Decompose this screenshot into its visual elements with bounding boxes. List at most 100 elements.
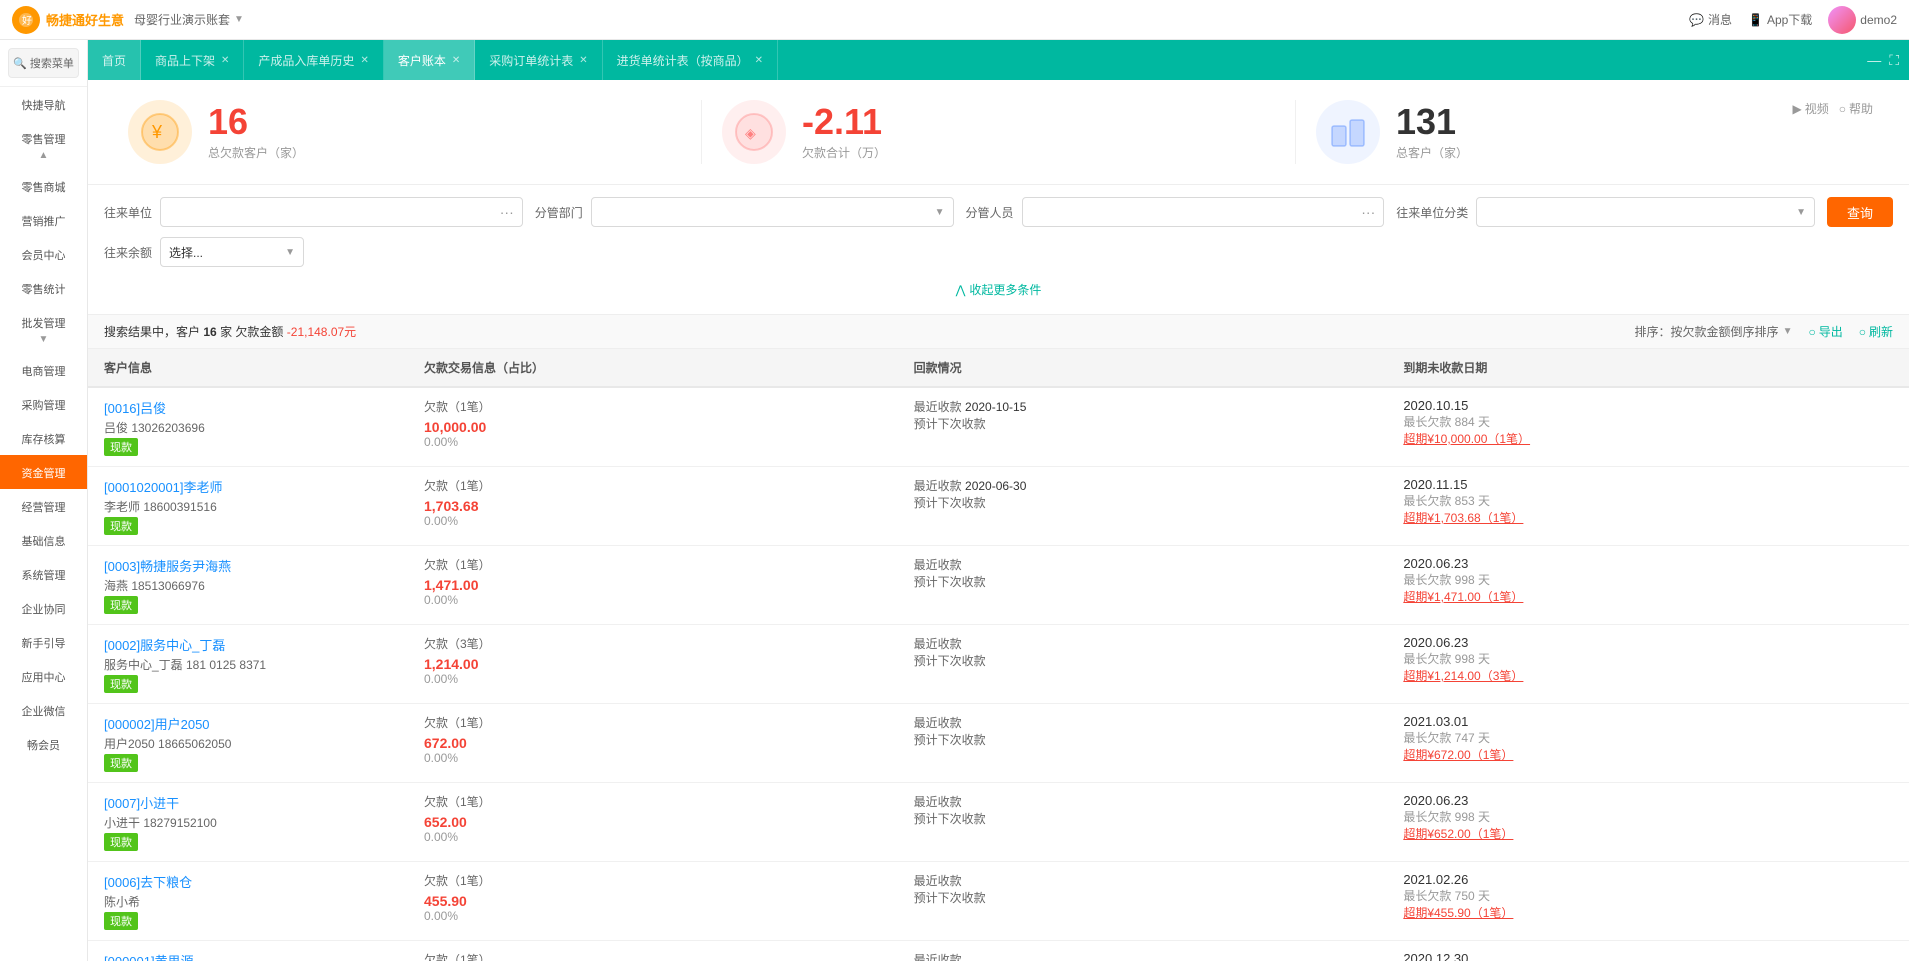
sidebar-arrow-icon: ▲ — [39, 150, 49, 161]
tab-purchase-order-close-icon[interactable]: ✕ — [579, 55, 587, 66]
customer-link-0[interactable]: [0016]吕俊 — [104, 401, 166, 416]
sidebar-item-finance[interactable]: 资金管理 — [0, 455, 87, 489]
customer-link-7[interactable]: [000001]黄思源 — [104, 954, 194, 961]
sidebar-item-batch-mgmt[interactable]: 批发管理 ▼ — [0, 305, 87, 353]
app-download-btn[interactable]: 📱 App下载 — [1748, 11, 1812, 28]
tab-maximize-icon[interactable]: ⛶ — [1889, 52, 1899, 69]
recovery-cell-4: 最近收款 预计下次收款 — [914, 714, 1404, 748]
overdue-amount-link-3[interactable]: 超期¥1,214.00（3笔） — [1403, 669, 1523, 683]
due-date-cell-4: 2021.03.01 最长欠款 747 天 超期¥672.00（1笔） — [1403, 714, 1893, 763]
sidebar-item-inventory[interactable]: 库存核算 — [0, 421, 87, 455]
sidebar-item-app-center[interactable]: 应用中心 — [0, 659, 87, 693]
debt-cell-0: 欠款（1笔） 10,000.00 0.00% — [424, 398, 914, 449]
sort-select[interactable]: 排序：按欠款金额倒序排序 ▼ — [1635, 323, 1793, 340]
sidebar-item-ecommerce[interactable]: 电商管理 — [0, 353, 87, 387]
due-date-cell-5: 2020.06.23 最长欠款 998 天 超期¥652.00（1笔） — [1403, 793, 1893, 842]
tab-minimize-icon[interactable]: — — [1867, 52, 1881, 68]
tab-inbound-stats[interactable]: 进货单统计表（按商品） ✕ — [603, 40, 778, 80]
tab-customer-account[interactable]: 客户账本 ✕ — [384, 40, 475, 80]
due-date-5: 2020.06.23 — [1403, 793, 1893, 808]
due-date-0: 2020.10.15 — [1403, 398, 1893, 413]
sidebar-search-section: 🔍 搜索菜单 — [0, 40, 87, 87]
export-btn[interactable]: ○ 导出 — [1808, 323, 1842, 340]
debt-percent-2: 0.00% — [424, 593, 914, 607]
tab-goods[interactable]: 商品上下架 ✕ — [141, 40, 244, 80]
debt-count-0: 欠款（1笔） — [424, 398, 914, 415]
next-payment-3: 预计下次收款 — [914, 652, 1404, 669]
dept-select[interactable]: ▼ — [591, 197, 954, 227]
collapse-btn[interactable]: ⋀ 收起更多条件 — [104, 277, 1893, 302]
sidebar-item-system-mgmt[interactable]: 系统管理 — [0, 557, 87, 591]
customer-link-4[interactable]: [000002]用户2050 — [104, 717, 210, 732]
summary-top-controls: ▶ 视频 ○ 帮助 — [1792, 100, 1873, 117]
sidebar-item-retail-mall[interactable]: 零售商城 — [0, 169, 87, 203]
customer-link-5[interactable]: [0007]小进干 — [104, 796, 179, 811]
help-btn[interactable]: ○ 帮助 — [1839, 100, 1873, 117]
video-btn[interactable]: ▶ 视频 — [1792, 100, 1828, 117]
tab-production-close-icon[interactable]: ✕ — [360, 55, 368, 66]
unit-category-select[interactable]: ▼ — [1476, 197, 1815, 227]
sidebar-item-operations[interactable]: 经营管理 — [0, 489, 87, 523]
export-label: 导出 — [1819, 323, 1843, 340]
overdue-amount-link-6[interactable]: 超期¥455.90（1笔） — [1403, 906, 1513, 920]
tab-customer-account-close-icon[interactable]: ✕ — [452, 55, 460, 66]
sidebar-item-purchase-mgmt[interactable]: 采购管理 — [0, 387, 87, 421]
manager-input[interactable]: ··· — [1022, 197, 1385, 227]
main-wrapper: 🔍 搜索菜单 快捷导航 零售管理 ▲ 零售商城 营销推广 会员中心 零售统计 — [0, 40, 1909, 961]
status-tag-3: 现款 — [104, 675, 138, 693]
sidebar-arrow-icon2: ▼ — [39, 334, 49, 345]
overdue-amount-link-5[interactable]: 超期¥652.00（1笔） — [1403, 827, 1513, 841]
sidebar-item-retail-mgmt[interactable]: 零售管理 ▲ — [0, 121, 87, 169]
status-tag-6: 现款 — [104, 912, 138, 930]
search-menu-btn[interactable]: 🔍 搜索菜单 — [8, 48, 79, 78]
recovery-cell-2: 最近收款 预计下次收款 — [914, 556, 1404, 590]
customer-cell-5: [0007]小进干 小进干 18279152100 现款 — [104, 793, 424, 851]
due-date-7: 2020.12.30 — [1403, 951, 1893, 961]
debt-percent-1: 0.00% — [424, 514, 914, 528]
collapse-up-icon: ⋀ — [956, 283, 966, 297]
customer-link-3[interactable]: [0002]服务中心_丁磊 — [104, 638, 225, 653]
sidebar-item-quick-nav[interactable]: 快捷导航 — [0, 87, 87, 121]
username: demo2 — [1860, 13, 1897, 27]
sidebar-item-new-guide[interactable]: 新手引导 — [0, 625, 87, 659]
sidebar-item-enterprise-wx[interactable]: 企业微信 — [0, 693, 87, 727]
refresh-btn[interactable]: ○ 刷新 — [1859, 323, 1893, 340]
sidebar-item-retail-stats[interactable]: 零售统计 — [0, 271, 87, 305]
from-unit-input[interactable]: ··· — [160, 197, 523, 227]
due-date-6: 2021.02.26 — [1403, 872, 1893, 887]
query-button[interactable]: 查询 — [1827, 197, 1893, 227]
recovery-cell-0: 最近收款 2020-10-15 预计下次收款 — [914, 398, 1404, 432]
sort-label: 排序：按欠款金额倒序排序 — [1635, 323, 1779, 340]
customer-link-2[interactable]: [0003]畅捷服务尹海燕 — [104, 559, 231, 574]
filter-item-dept: 分管部门 ▼ — [535, 197, 954, 227]
tab-inbound-stats-close-icon[interactable]: ✕ — [755, 55, 763, 66]
summary-debt-amount-info: -2.11 欠款合计（万） — [802, 104, 886, 161]
tab-goods-close-icon[interactable]: ✕ — [221, 55, 229, 66]
sidebar-item-basic-info[interactable]: 基础信息 — [0, 523, 87, 557]
due-date-2: 2020.06.23 — [1403, 556, 1893, 571]
customer-link-6[interactable]: [0006]去下粮仓 — [104, 875, 192, 890]
overdue-amount-link-2[interactable]: 超期¥1,471.00（1笔） — [1403, 590, 1523, 604]
tab-purchase-order[interactable]: 采购订单统计表 ✕ — [475, 40, 602, 80]
overdue-amount-link-0[interactable]: 超期¥10,000.00（1笔） — [1403, 432, 1530, 446]
sidebar-item-member-center[interactable]: 会员中心 — [0, 237, 87, 271]
overdue-amount-link-4[interactable]: 超期¥672.00（1笔） — [1403, 748, 1513, 762]
customer-link-1[interactable]: [0001020001]李老师 — [104, 480, 223, 495]
customer-cell-3: [0002]服务中心_丁磊 服务中心_丁磊 181 0125 8371 现款 — [104, 635, 424, 693]
user-menu[interactable]: demo2 — [1828, 6, 1897, 34]
tab-home[interactable]: 首页 — [88, 40, 141, 80]
sidebar-item-enterprise-collab[interactable]: 企业协同 — [0, 591, 87, 625]
sidebar-item-member[interactable]: 畅会员 — [0, 727, 87, 761]
message-btn[interactable]: 💬 消息 — [1689, 11, 1732, 28]
overdue-amount-link-1[interactable]: 超期¥1,703.68（1笔） — [1403, 511, 1523, 525]
page-content: ¥ 16 总欠款客户（家） ◈ — [88, 80, 1909, 961]
customer-cell-2: [0003]畅捷服务尹海燕 海燕 18513066976 现款 — [104, 556, 424, 614]
tab-production[interactable]: 产成品入库单历史 ✕ — [244, 40, 383, 80]
balance-select[interactable]: 选择... ▼ — [160, 237, 304, 267]
store-select[interactable]: 母婴行业演示账套 ▼ — [134, 11, 244, 28]
filter-item-balance: 往来余额 选择... ▼ — [104, 237, 304, 267]
tab-customer-account-label: 客户账本 — [398, 52, 446, 69]
sidebar-item-enterprise-wx-label: 企业微信 — [6, 703, 81, 719]
sidebar-item-marketing[interactable]: 营销推广 — [0, 203, 87, 237]
debt-count-7: 欠款（1笔） — [424, 951, 914, 961]
